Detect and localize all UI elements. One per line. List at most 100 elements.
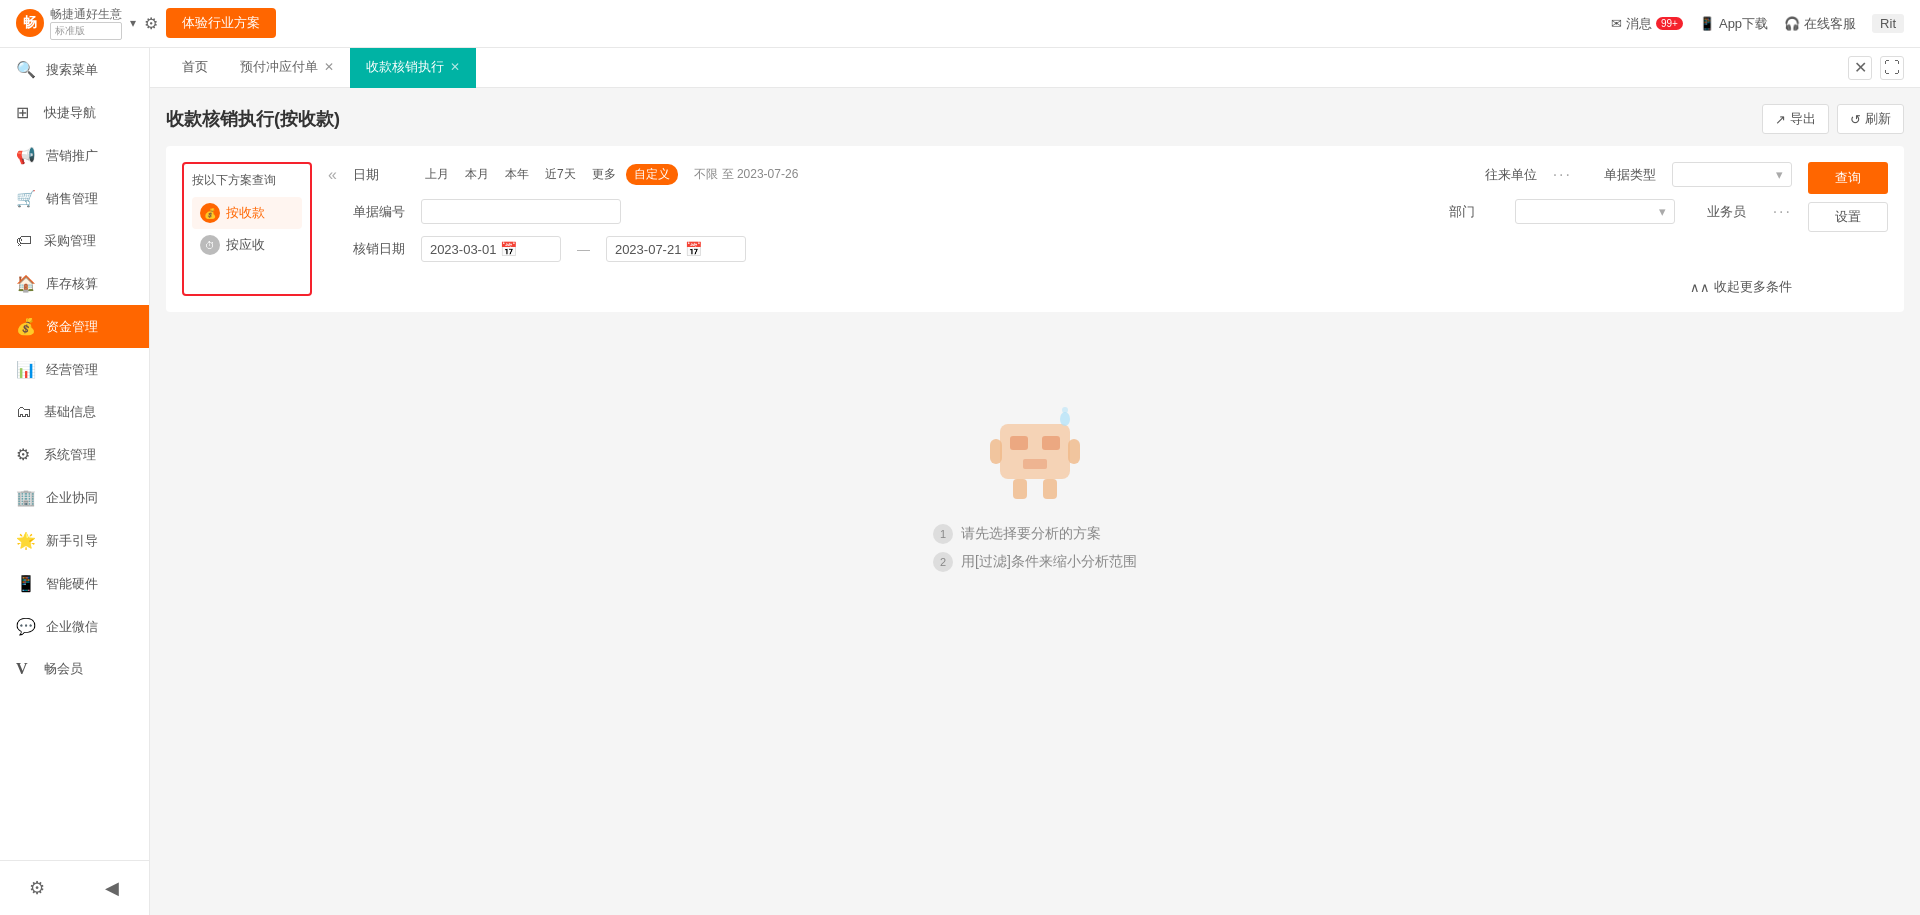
svg-rect-2 [1042,436,1060,450]
message-label: 消息 [1626,15,1652,33]
verify-date-end-input[interactable]: 2023-07-21 📅 [606,236,746,262]
gear-icon[interactable]: ⚙ [144,14,158,33]
sidebar-item-sales[interactable]: 🛒 销售管理 [0,177,149,220]
date-shortcut-this-year[interactable]: 本年 [499,164,535,185]
date-shortcut-custom[interactable]: 自定义 [626,164,678,185]
sidebar-item-label: 企业协同 [46,489,98,507]
sidebar-item-label: 快捷导航 [44,104,96,122]
svg-rect-0 [1000,424,1070,479]
page-header: 收款核销执行(按收款) ↗ 导出 ↺ 刷新 [166,104,1904,134]
sidebar-item-enterprise[interactable]: 🏢 企业协同 [0,476,149,519]
sidebar-item-operations[interactable]: 📊 经营管理 [0,348,149,391]
dept-chevron-down-icon: ▾ [1659,204,1666,219]
sidebar-item-inventory[interactable]: 🏠 库存核算 [0,262,149,305]
filter-option-label: 按收款 [226,204,265,222]
counterparty-input[interactable]: ··· [1553,166,1572,184]
doc-type-select[interactable]: ▾ [1672,162,1792,187]
sidebar-item-label: 智能硬件 [46,575,98,593]
empty-tips: 1 请先选择要分析的方案 2 用[过滤]条件来缩小分析范围 [933,524,1137,572]
collapse-more-btn[interactable]: ∧∧ 收起更多条件 [1690,278,1792,296]
sidebar-item-quick-nav[interactable]: ⊞ 快捷导航 [0,91,149,134]
message-btn[interactable]: ✉ 消息 99+ [1611,15,1683,33]
calendar-end-icon: 📅 [685,241,702,257]
doc-type-label: 单据类型 [1604,166,1656,184]
filter-row-2: 单据编号 部门 ▾ 业务员 ··· [353,199,1792,224]
dept-select[interactable]: ▾ [1515,199,1675,224]
finance-icon: 💰 [16,317,36,336]
filter-sidebar-title: 按以下方案查询 [192,172,302,189]
refresh-btn[interactable]: ↺ 刷新 [1837,104,1904,134]
message-badge: 99+ [1656,17,1683,30]
tab-home[interactable]: 首页 [166,48,224,88]
page-content: 收款核销执行(按收款) ↗ 导出 ↺ 刷新 按以下方案查询 💰 按收款 [150,88,1920,915]
svg-rect-3 [1023,459,1047,469]
sidebar-item-vip[interactable]: V 畅会员 [0,648,149,690]
megaphone-icon: 📢 [16,146,36,165]
date-shortcut-more[interactable]: 更多 [586,164,622,185]
date-shortcut-last-month[interactable]: 上月 [419,164,455,185]
tab-prepay-close[interactable]: ✕ [324,60,334,74]
user-name[interactable]: Rit [1872,14,1904,33]
empty-state: 1 请先选择要分析的方案 2 用[过滤]条件来缩小分析范围 [166,324,1904,632]
cart-icon: 🛒 [16,189,36,208]
app-dropdown-arrow[interactable]: ▾ [130,16,136,30]
verify-date-start-input[interactable]: 2023-03-01 📅 [421,236,561,262]
tab-receipts-label: 收款核销执行 [366,58,444,76]
tab-receipts[interactable]: 收款核销执行 ✕ [350,48,476,88]
sidebar-item-system[interactable]: ⚙ 系统管理 [0,433,149,476]
industry-btn[interactable]: 体验行业方案 [166,8,276,38]
vip-icon: V [16,660,34,678]
app-name-blurred: 畅捷通好生意 [50,7,122,21]
sidebar-item-guide[interactable]: 🌟 新手引导 [0,519,149,562]
date-shortcut-7days[interactable]: 近7天 [539,164,582,185]
tab-prepay[interactable]: 预付冲应付单 ✕ [224,48,350,88]
sidebar-item-search[interactable]: 🔍 搜索菜单 [0,48,149,91]
filter-collapse-arrow[interactable]: « [328,162,337,184]
chart-icon: 📊 [16,360,36,379]
search-btn[interactable]: 查询 [1808,162,1888,194]
filter-panel: 按以下方案查询 💰 按收款 ⏱ 按应收 « 日期 上月 [166,146,1904,312]
staff-input[interactable]: ··· [1773,203,1792,221]
page-actions: ↗ 导出 ↺ 刷新 [1762,104,1904,134]
filter-option-by-receivable[interactable]: ⏱ 按应收 [192,229,302,261]
online-service-label: 在线客服 [1804,15,1856,33]
search-icon: 🔍 [16,60,36,79]
settings-btn[interactable]: 设置 [1808,202,1888,232]
standard-badge: 标准版 [50,22,122,40]
filter-option-label: 按应收 [226,236,265,254]
sidebar-item-marketing[interactable]: 📢 营销推广 [0,134,149,177]
sidebar-item-label: 经营管理 [46,361,98,379]
sidebar-item-finance[interactable]: 💰 资金管理 [0,305,149,348]
filter-option-by-receipt[interactable]: 💰 按收款 [192,197,302,229]
logo-icon: 畅 [16,9,44,37]
doc-no-input[interactable] [421,199,621,224]
sidebar-item-label: 基础信息 [44,403,96,421]
sidebar-item-label: 畅会员 [44,660,83,678]
sidebar-settings-btn[interactable]: ⚙ [0,869,75,907]
tab-expand-btn[interactable]: ⛶ [1880,56,1904,80]
filter-actions: 查询 设置 [1808,162,1888,296]
export-btn[interactable]: ↗ 导出 [1762,104,1829,134]
verify-date-label: 核销日期 [353,240,405,258]
chevron-down-icon: ▾ [1776,167,1783,182]
tab-close-window-btn[interactable]: ✕ [1848,56,1872,80]
app-download-btn[interactable]: 📱 App下载 [1699,15,1768,33]
sidebar-item-wechat[interactable]: 💬 企业微信 [0,605,149,648]
online-service-btn[interactable]: 🎧 在线客服 [1784,15,1856,33]
svg-point-9 [1062,407,1068,413]
empty-illustration [975,384,1095,504]
sidebar-item-basic-info[interactable]: 🗂 基础信息 [0,391,149,433]
filter-row-3: 核销日期 2023-03-01 📅 — 2023-07-21 📅 [353,236,1792,262]
sidebar-item-purchase[interactable]: 🏷 采购管理 [0,220,149,262]
building-icon: 🏢 [16,488,36,507]
top-bar: 畅 畅捷通好生意 标准版 ▾ ⚙ 体验行业方案 ✉ 消息 99+ 📱 App下载… [0,0,1920,48]
logo-text-block: 畅捷通好生意 标准版 [50,7,122,39]
sidebar-item-smart-hw[interactable]: 📱 智能硬件 [0,562,149,605]
counterparty-label: 往来单位 [1485,166,1537,184]
date-shortcut-this-month[interactable]: 本月 [459,164,495,185]
date-label: 日期 [353,166,403,184]
tab-receipts-close[interactable]: ✕ [450,60,460,74]
sidebar-collapse-btn[interactable]: ◀ [75,869,150,907]
folder-icon: 🗂 [16,403,34,421]
receivable-icon: ⏱ [200,235,220,255]
